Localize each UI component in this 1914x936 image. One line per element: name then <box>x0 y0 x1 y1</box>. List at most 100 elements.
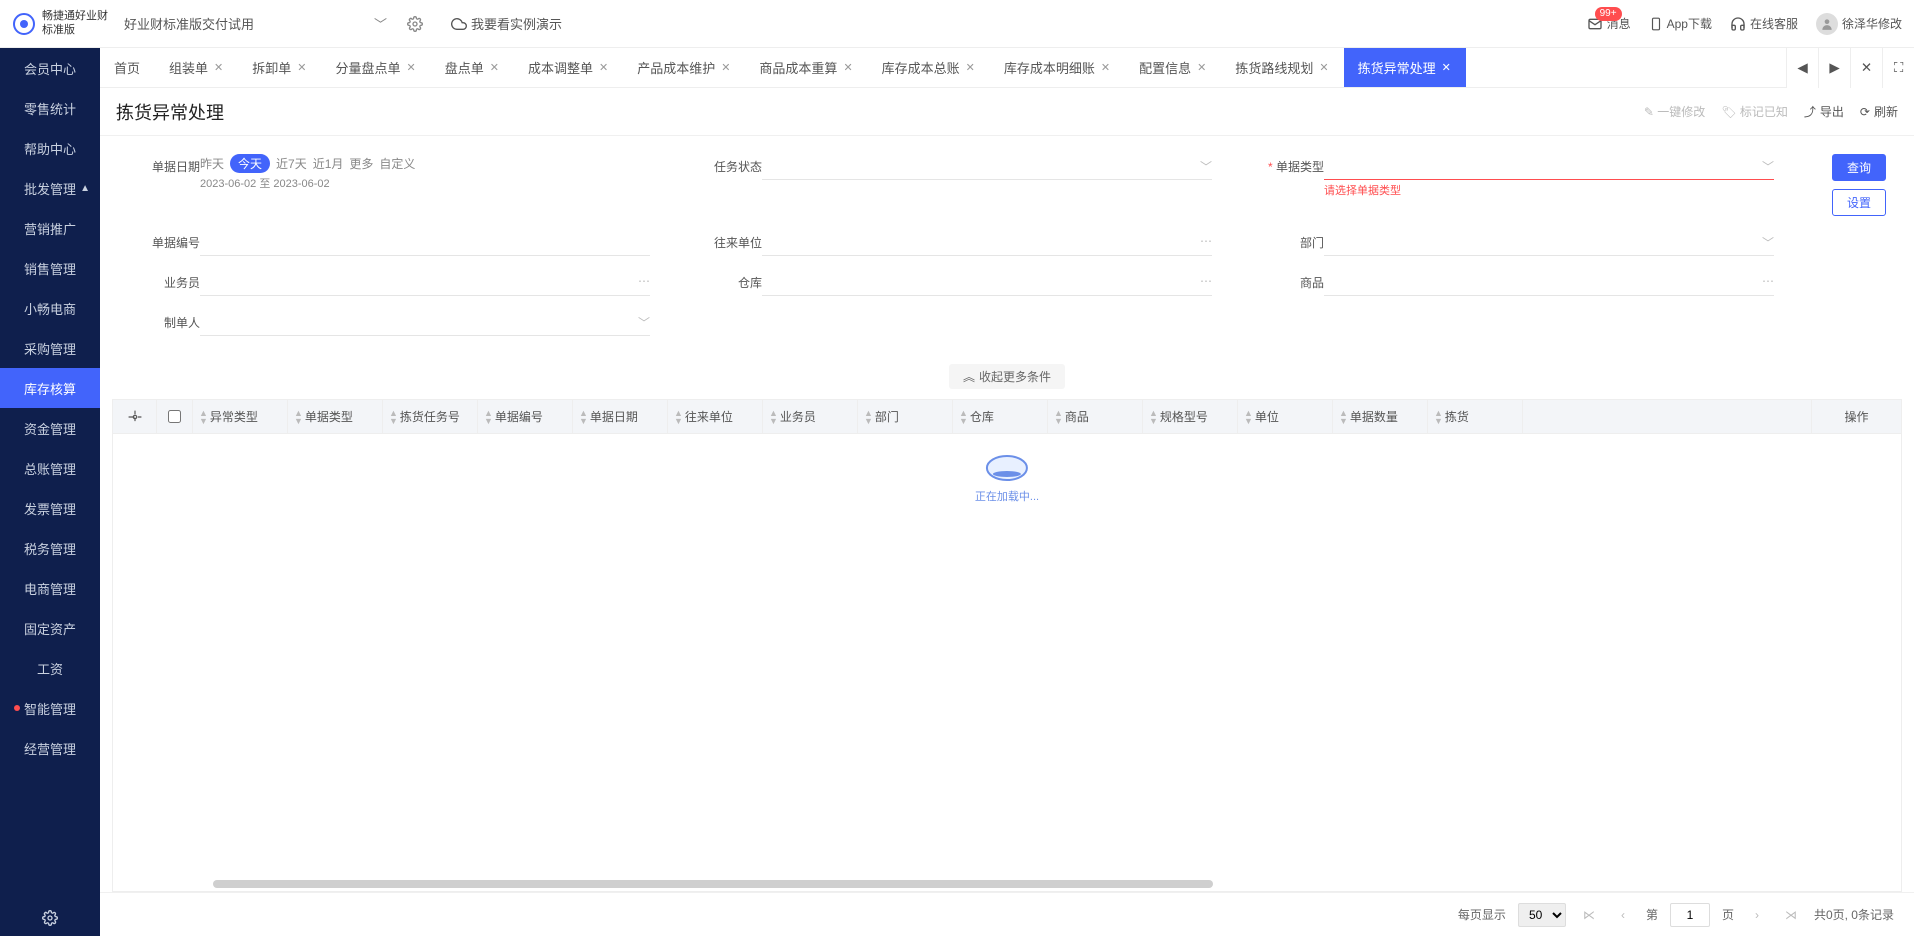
close-icon[interactable]: ✕ <box>843 61 852 74</box>
date-chip[interactable]: 近7天 <box>276 155 307 172</box>
sidebar-item-0[interactable]: 会员中心 <box>0 48 100 88</box>
table-settings-button[interactable] <box>113 400 157 433</box>
salesman-input[interactable] <box>200 270 650 296</box>
date-chip[interactable]: 昨天 <box>200 155 224 172</box>
close-icon[interactable]: ✕ <box>297 61 306 74</box>
scrollbar-thumb[interactable] <box>213 880 1213 888</box>
column-header-9[interactable]: ▲▼商品 <box>1048 400 1143 433</box>
gear-icon[interactable] <box>407 16 423 32</box>
export-button[interactable]: ⤴ 导出 <box>1804 103 1844 120</box>
tab-12[interactable]: 拣货异常处理✕ <box>1344 48 1466 87</box>
sidebar-item-14[interactable]: 固定资产 <box>0 608 100 648</box>
dept-select[interactable] <box>1324 230 1774 256</box>
chevron-down-icon[interactable]: ﹀ <box>1762 158 1774 175</box>
doc-type-select[interactable] <box>1324 154 1774 180</box>
column-header-8[interactable]: ▲▼仓库 <box>953 400 1048 433</box>
sidebar-item-12[interactable]: 税务管理 <box>0 528 100 568</box>
sidebar-item-16[interactable]: 智能管理 <box>0 688 100 728</box>
messages-button[interactable]: 99+ 消息 <box>1587 15 1631 32</box>
column-header-5[interactable]: ▲▼往来单位 <box>668 400 763 433</box>
task-status-select[interactable] <box>762 154 1212 180</box>
tab-3[interactable]: 分量盘点单✕ <box>321 48 430 87</box>
column-header-7[interactable]: ▲▼部门 <box>858 400 953 433</box>
tab-8[interactable]: 库存成本总账✕ <box>868 48 990 87</box>
tab-7[interactable]: 商品成本重算✕ <box>745 48 867 87</box>
prev-page-button[interactable]: ‹ <box>1612 904 1634 926</box>
sidebar-item-6[interactable]: 小畅电商 <box>0 288 100 328</box>
close-icon[interactable]: ✕ <box>214 61 223 74</box>
tab-6[interactable]: 产品成本维护✕ <box>623 48 745 87</box>
date-chip[interactable]: 更多 <box>349 155 373 172</box>
column-header-2[interactable]: ▲▼拣货任务号 <box>383 400 478 433</box>
tab-10[interactable]: 配置信息✕ <box>1125 48 1221 87</box>
date-chip[interactable]: 近1月 <box>313 155 344 172</box>
sidebar-item-9[interactable]: 资金管理 <box>0 408 100 448</box>
warehouse-input[interactable] <box>762 270 1212 296</box>
query-button[interactable]: 查询 <box>1832 154 1886 181</box>
sidebar-settings-button[interactable] <box>0 900 100 936</box>
column-header-11[interactable]: ▲▼单位 <box>1238 400 1333 433</box>
sidebar-item-1[interactable]: 零售统计 <box>0 88 100 128</box>
horizontal-scrollbar[interactable] <box>113 877 1901 891</box>
column-header-3[interactable]: ▲▼单据编号 <box>478 400 573 433</box>
settings-button[interactable]: 设置 <box>1832 189 1886 216</box>
close-icon[interactable]: ✕ <box>599 61 608 74</box>
tabs-prev-button[interactable]: ◀ <box>1786 48 1818 88</box>
sidebar-item-15[interactable]: 工资 <box>0 648 100 688</box>
close-icon[interactable]: ✕ <box>966 61 975 74</box>
column-header-6[interactable]: ▲▼业务员 <box>763 400 858 433</box>
product-input[interactable] <box>1324 270 1774 296</box>
support-button[interactable]: 在线客服 <box>1730 15 1798 32</box>
collapse-filters-button[interactable]: ︽ 收起更多条件 <box>949 364 1065 389</box>
app-download-button[interactable]: App下载 <box>1649 15 1712 32</box>
sidebar-item-2[interactable]: 帮助中心 <box>0 128 100 168</box>
product-selector[interactable]: 好业财标准版交付试用 ﹀ <box>124 14 387 33</box>
tab-9[interactable]: 库存成本明细账✕ <box>990 48 1125 87</box>
tab-2[interactable]: 拆卸单✕ <box>238 48 321 87</box>
close-icon[interactable]: ✕ <box>407 61 416 74</box>
tabs-next-button[interactable]: ▶ <box>1818 48 1850 88</box>
sidebar-item-10[interactable]: 总账管理 <box>0 448 100 488</box>
demo-link[interactable]: 我要看实例演示 <box>451 14 562 33</box>
partner-input[interactable] <box>762 230 1212 256</box>
sidebar-item-7[interactable]: 采购管理 <box>0 328 100 368</box>
more-icon[interactable]: ⋯ <box>1200 274 1212 288</box>
close-icon[interactable]: ✕ <box>1197 61 1206 74</box>
sidebar-item-5[interactable]: 销售管理 <box>0 248 100 288</box>
tabs-expand-button[interactable]: ⛶ <box>1882 48 1914 88</box>
sidebar-item-8[interactable]: 库存核算 <box>0 368 100 408</box>
close-icon[interactable]: ✕ <box>1319 61 1328 74</box>
tab-11[interactable]: 拣货路线规划✕ <box>1221 48 1343 87</box>
creator-select[interactable] <box>200 310 650 336</box>
select-all-checkbox[interactable] <box>157 400 193 433</box>
next-page-button[interactable]: › <box>1746 904 1768 926</box>
close-icon[interactable]: ✕ <box>721 61 730 74</box>
first-page-button[interactable]: ⋉ <box>1578 904 1600 926</box>
column-header-13[interactable]: ▲▼拣货 <box>1428 400 1523 433</box>
chevron-down-icon[interactable]: ﹀ <box>638 314 650 331</box>
column-header-0[interactable]: ▲▼异常类型 <box>193 400 288 433</box>
page-input[interactable] <box>1670 903 1710 927</box>
close-icon[interactable]: ✕ <box>1101 61 1110 74</box>
refresh-button[interactable]: ⟳ 刷新 <box>1860 103 1898 120</box>
date-chip[interactable]: 今天 <box>230 154 270 173</box>
last-page-button[interactable]: ⋊ <box>1780 904 1802 926</box>
sidebar-item-13[interactable]: 电商管理 <box>0 568 100 608</box>
tabs-close-button[interactable]: ✕ <box>1850 48 1882 88</box>
doc-no-input[interactable] <box>200 230 650 256</box>
sidebar-item-3[interactable]: 批发管理▲ <box>0 168 100 208</box>
tab-5[interactable]: 成本调整单✕ <box>514 48 623 87</box>
more-icon[interactable]: ⋯ <box>1200 234 1212 248</box>
column-header-1[interactable]: ▲▼单据类型 <box>288 400 383 433</box>
chevron-down-icon[interactable]: ﹀ <box>1200 158 1212 175</box>
tab-0[interactable]: 首页 <box>100 48 155 87</box>
checkbox[interactable] <box>168 410 181 423</box>
sidebar-item-17[interactable]: 经营管理 <box>0 728 100 768</box>
per-page-select[interactable]: 50 <box>1518 903 1566 927</box>
more-icon[interactable]: ⋯ <box>638 274 650 288</box>
more-icon[interactable]: ⋯ <box>1762 274 1774 288</box>
close-icon[interactable]: ✕ <box>1442 61 1451 74</box>
date-chip[interactable]: 自定义 <box>379 155 415 172</box>
chevron-down-icon[interactable]: ﹀ <box>1762 234 1774 251</box>
column-header-10[interactable]: ▲▼规格型号 <box>1143 400 1238 433</box>
